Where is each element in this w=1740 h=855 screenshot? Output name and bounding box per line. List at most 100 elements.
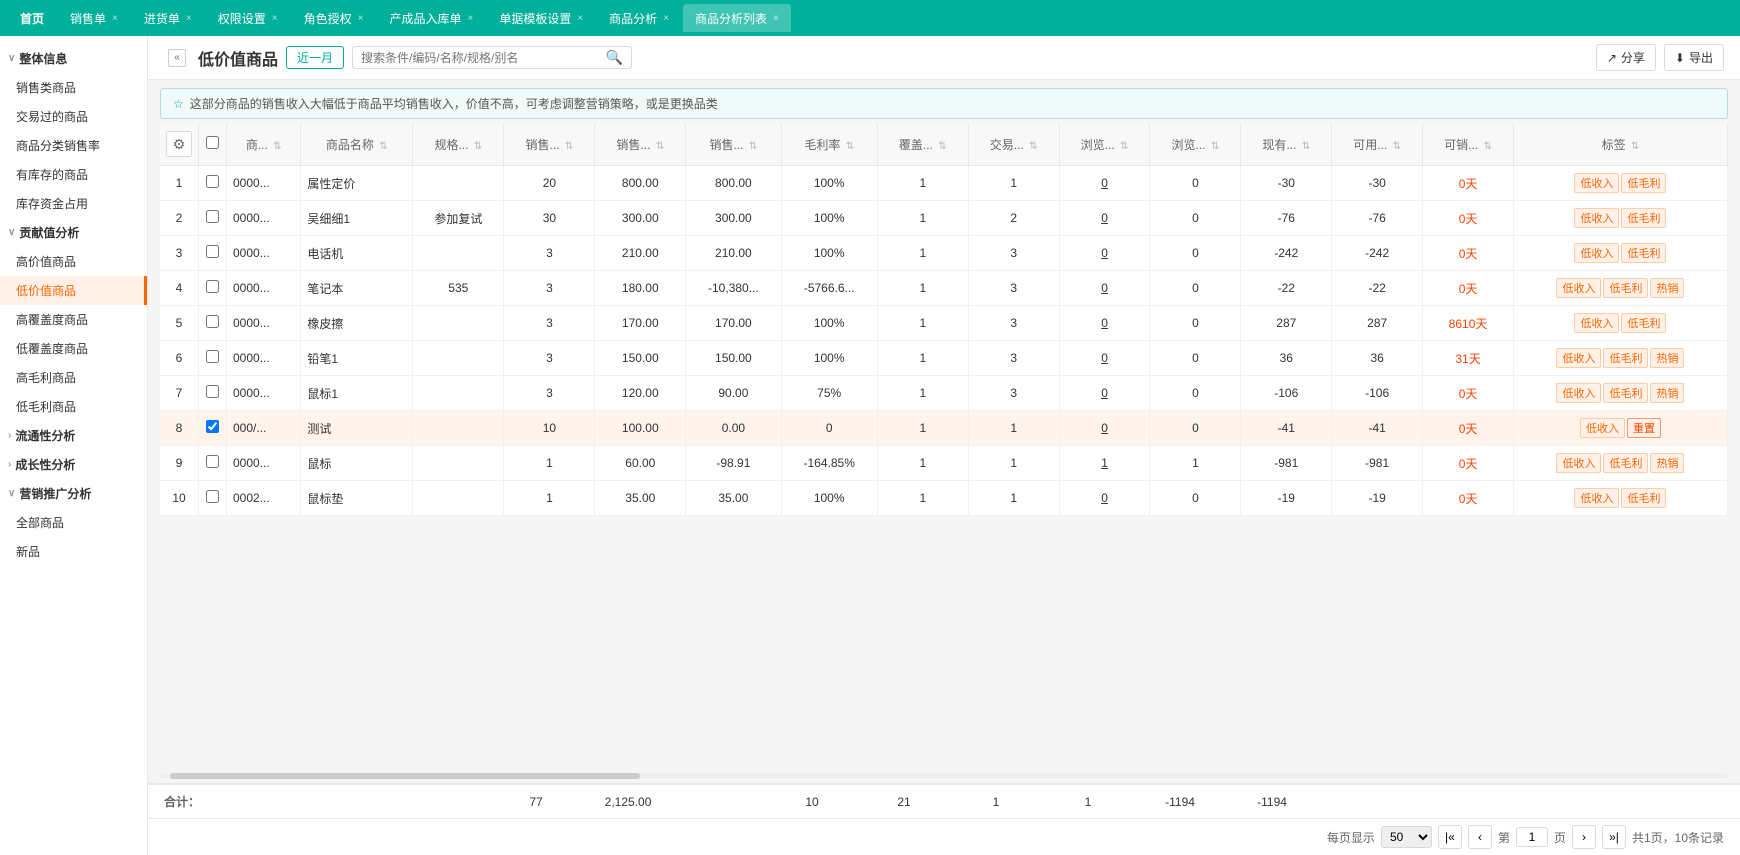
cell-checkbox[interactable] <box>199 341 227 376</box>
page-size-select[interactable]: 50 100 200 <box>1381 826 1432 848</box>
sidebar-group-marketing[interactable]: ∨ 营销推广分析 <box>0 479 147 508</box>
cell-checkbox[interactable] <box>199 376 227 411</box>
nav-tab-analysis-list[interactable]: 商品分析列表 × <box>683 4 791 32</box>
cell-browse1[interactable]: 0 <box>1059 376 1150 411</box>
scrollbar-thumb[interactable] <box>170 773 640 779</box>
export-button[interactable]: ⬇ 导出 <box>1664 44 1724 71</box>
cell-checkbox[interactable] <box>199 481 227 516</box>
collapse-sidebar-button[interactable]: « <box>168 49 186 67</box>
sidebar-group-liquidity[interactable]: › 流通性分析 <box>0 421 147 450</box>
cell-checkbox[interactable] <box>199 236 227 271</box>
cell-browse1[interactable]: 1 <box>1059 446 1150 481</box>
browse-link[interactable]: 0 <box>1101 386 1108 400</box>
row-checkbox[interactable] <box>206 245 219 258</box>
date-filter-button[interactable]: 近一月 <box>286 46 344 69</box>
cell-checkbox[interactable] <box>199 201 227 236</box>
close-icon[interactable]: × <box>186 13 192 24</box>
sidebar-item-low-coverage[interactable]: 低覆盖度商品 <box>0 334 147 363</box>
sort-icon[interactable]: ⇅ <box>379 141 387 152</box>
sidebar-item-new-products[interactable]: 新品 <box>0 537 147 566</box>
sidebar-item-stock-capital[interactable]: 库存资金占用 <box>0 189 147 218</box>
nav-tab-role[interactable]: 角色授权 × <box>292 4 376 32</box>
cell-checkbox[interactable] <box>199 166 227 201</box>
cell-browse1[interactable]: 0 <box>1059 481 1150 516</box>
row-checkbox[interactable] <box>206 350 219 363</box>
nav-tab-purchase[interactable]: 进货单 × <box>132 4 204 32</box>
sort-icon[interactable]: ⇅ <box>1484 141 1492 152</box>
close-icon[interactable]: × <box>773 13 779 24</box>
cell-browse1[interactable]: 0 <box>1059 306 1150 341</box>
cell-browse1[interactable]: 0 <box>1059 341 1150 376</box>
cell-checkbox[interactable] <box>199 446 227 481</box>
sidebar-item-low-value[interactable]: 低价值商品 <box>0 276 147 305</box>
cell-browse1[interactable]: 0 <box>1059 166 1150 201</box>
sidebar-group-growth[interactable]: › 成长性分析 <box>0 450 147 479</box>
sidebar-group-overall[interactable]: ∨ 整体信息 <box>0 44 147 73</box>
sort-icon[interactable]: ⇅ <box>1029 141 1037 152</box>
sidebar-item-traded[interactable]: 交易过的商品 <box>0 102 147 131</box>
sort-icon[interactable]: ⇅ <box>273 141 281 152</box>
sidebar-item-high-coverage[interactable]: 高覆盖度商品 <box>0 305 147 334</box>
row-checkbox[interactable] <box>206 280 219 293</box>
sidebar-item-all-products[interactable]: 全部商品 <box>0 508 147 537</box>
close-icon[interactable]: × <box>663 13 669 24</box>
prev-page-button[interactable]: ‹ <box>1468 825 1492 849</box>
browse-link[interactable]: 0 <box>1101 491 1108 505</box>
sidebar-item-category-sales-rate[interactable]: 商品分类销售率 <box>0 131 147 160</box>
cell-checkbox[interactable] <box>199 411 227 446</box>
sort-icon[interactable]: ⇅ <box>1302 141 1310 152</box>
sidebar-item-high-value[interactable]: 高价值商品 <box>0 247 147 276</box>
sidebar-item-high-profit[interactable]: 高毛利商品 <box>0 363 147 392</box>
cell-browse1[interactable]: 0 <box>1059 411 1150 446</box>
row-checkbox[interactable] <box>206 175 219 188</box>
search-input[interactable] <box>361 51 602 65</box>
nav-tab-home[interactable]: 首页 <box>8 4 56 32</box>
close-icon[interactable]: × <box>112 13 118 24</box>
sort-icon[interactable]: ⇅ <box>474 141 482 152</box>
sidebar-group-contribution[interactable]: ∨ 贡献值分析 <box>0 218 147 247</box>
nav-tab-sales[interactable]: 销售单 × <box>58 4 130 32</box>
nav-tab-template[interactable]: 单据模板设置 × <box>487 4 595 32</box>
browse-link[interactable]: 0 <box>1101 211 1108 225</box>
sort-icon[interactable]: ⇅ <box>565 141 573 152</box>
sidebar-item-sales-category[interactable]: 销售类商品 <box>0 73 147 102</box>
nav-tab-analysis[interactable]: 商品分析 × <box>597 4 681 32</box>
row-checkbox[interactable] <box>206 455 219 468</box>
first-page-button[interactable]: |« <box>1438 825 1462 849</box>
sort-icon[interactable]: ⇅ <box>1211 141 1219 152</box>
cell-checkbox[interactable] <box>199 271 227 306</box>
sort-icon[interactable]: ⇅ <box>938 141 946 152</box>
th-gear[interactable]: ⚙ <box>160 123 199 166</box>
next-page-button[interactable]: › <box>1572 825 1596 849</box>
row-checkbox[interactable] <box>206 315 219 328</box>
sidebar-item-in-stock[interactable]: 有库存的商品 <box>0 160 147 189</box>
cell-checkbox[interactable] <box>199 306 227 341</box>
sort-icon[interactable]: ⇅ <box>656 141 664 152</box>
browse-link[interactable]: 0 <box>1101 246 1108 260</box>
row-checkbox[interactable] <box>206 490 219 503</box>
row-checkbox[interactable] <box>206 420 219 433</box>
last-page-button[interactable]: »| <box>1602 825 1626 849</box>
sort-icon[interactable]: ⇅ <box>1120 141 1128 152</box>
browse-link[interactable]: 0 <box>1101 316 1108 330</box>
close-icon[interactable]: × <box>358 13 364 24</box>
browse-link[interactable]: 1 <box>1101 456 1108 470</box>
row-checkbox[interactable] <box>206 385 219 398</box>
share-button[interactable]: ↗ 分享 <box>1596 44 1656 71</box>
close-icon[interactable]: × <box>467 13 473 24</box>
row-checkbox[interactable] <box>206 210 219 223</box>
sidebar-item-low-profit[interactable]: 低毛利商品 <box>0 392 147 421</box>
page-number-input[interactable] <box>1516 827 1548 847</box>
nav-tab-product-in[interactable]: 产成品入库单 × <box>377 4 485 32</box>
sort-icon[interactable]: ⇅ <box>1393 141 1401 152</box>
th-checkbox[interactable] <box>199 123 227 166</box>
search-icon[interactable]: 🔍 <box>606 49 623 66</box>
close-icon[interactable]: × <box>272 13 278 24</box>
cell-browse1[interactable]: 0 <box>1059 271 1150 306</box>
select-all-checkbox[interactable] <box>206 136 219 149</box>
browse-link[interactable]: 0 <box>1101 281 1108 295</box>
nav-tab-permission[interactable]: 权限设置 × <box>206 4 290 32</box>
sort-icon[interactable]: ⇅ <box>846 141 854 152</box>
browse-link[interactable]: 0 <box>1101 421 1108 435</box>
column-settings-button[interactable]: ⚙ <box>166 131 192 157</box>
